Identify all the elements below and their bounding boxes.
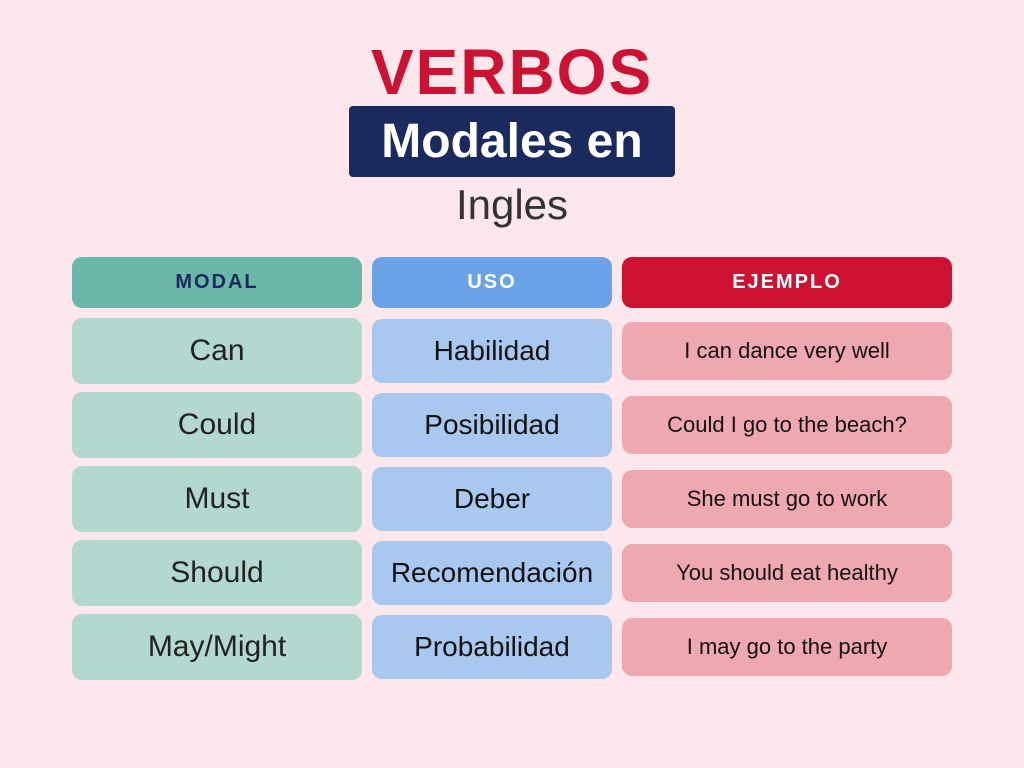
- modales-banner: Modales en: [349, 106, 674, 177]
- ejemplo-cell-could: Could I go to the beach?: [622, 396, 952, 454]
- table-row: Can Habilidad I can dance very well: [72, 318, 952, 384]
- ejemplo-cell-should: You should eat healthy: [622, 544, 952, 602]
- ejemplo-cell-must: She must go to work: [622, 470, 952, 528]
- modal-cell-can: Can: [72, 318, 362, 384]
- col-uso-header: USO: [372, 257, 612, 308]
- ejemplo-cell-may: I may go to the party: [622, 618, 952, 676]
- ingles-subtitle: Ingles: [349, 181, 674, 229]
- uso-cell-must: Deber: [372, 467, 612, 531]
- uso-cell-can: Habilidad: [372, 319, 612, 383]
- table-row: Should Recomendación You should eat heal…: [72, 540, 952, 606]
- modal-verbs-table: MODAL USO EJEMPLO Can Habilidad I can da…: [72, 257, 952, 688]
- col-ejemplo-header: EJEMPLO: [622, 257, 952, 308]
- verbos-title: VERBOS: [349, 40, 674, 104]
- page-header: VERBOS Modales en Ingles: [349, 40, 674, 229]
- table-row: Could Posibilidad Could I go to the beac…: [72, 392, 952, 458]
- modal-cell-may: May/Might: [72, 614, 362, 680]
- uso-cell-should: Recomendación: [372, 541, 612, 605]
- modal-cell-should: Should: [72, 540, 362, 606]
- modal-cell-could: Could: [72, 392, 362, 458]
- uso-cell-could: Posibilidad: [372, 393, 612, 457]
- uso-cell-may: Probabilidad: [372, 615, 612, 679]
- ejemplo-cell-can: I can dance very well: [622, 322, 952, 380]
- table-row: Must Deber She must go to work: [72, 466, 952, 532]
- table-row: May/Might Probabilidad I may go to the p…: [72, 614, 952, 680]
- table-header-row: MODAL USO EJEMPLO: [72, 257, 952, 308]
- col-modal-header: MODAL: [72, 257, 362, 308]
- modal-cell-must: Must: [72, 466, 362, 532]
